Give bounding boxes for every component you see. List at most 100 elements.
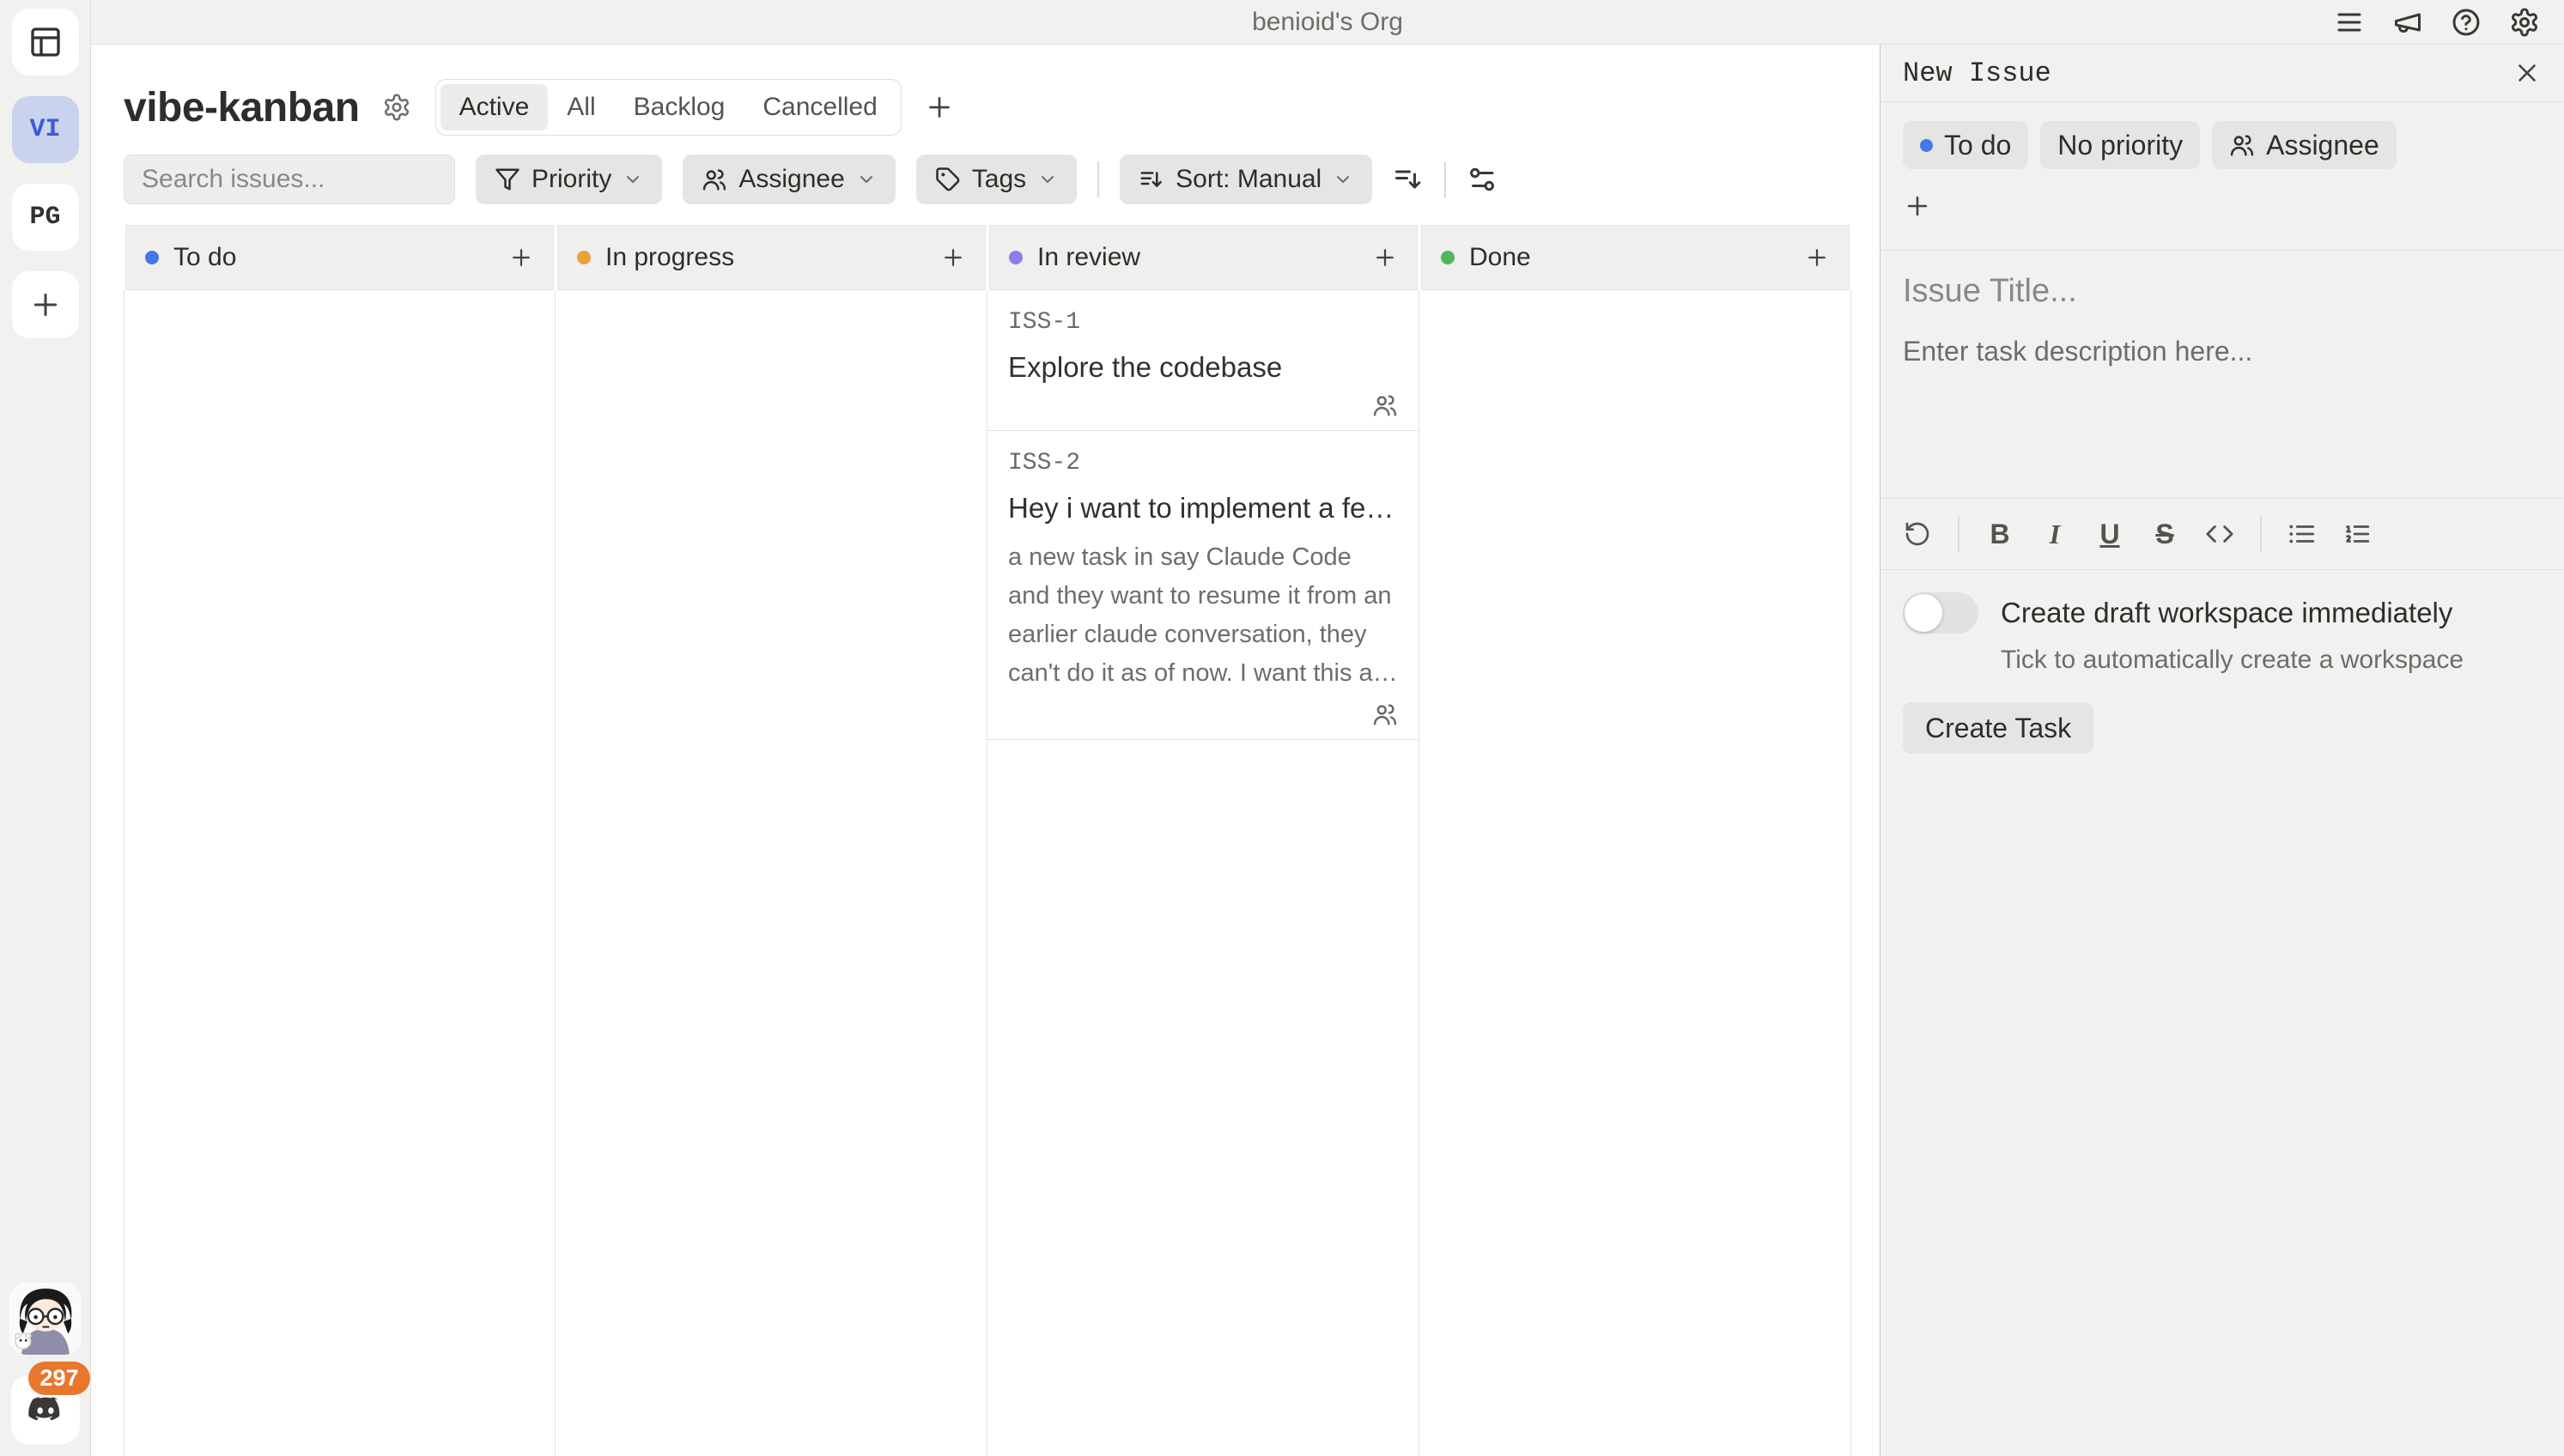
discord-icon — [26, 1390, 65, 1429]
search-input[interactable] — [124, 155, 455, 204]
code-icon[interactable] — [2205, 519, 2234, 549]
new-issue-panel: New Issue To do No priority — [1880, 45, 2564, 1456]
priority-badge[interactable]: No priority — [2040, 121, 2200, 169]
chevron-down-icon — [623, 169, 643, 190]
toggle-hint: Tick to automatically create a workspace — [1880, 634, 2564, 675]
assignee-users-icon[interactable] — [1372, 701, 1398, 727]
priority-badge-label: No priority — [2057, 130, 2183, 161]
megaphone-icon[interactable] — [2392, 7, 2423, 38]
bold-button[interactable]: B — [1985, 519, 2014, 550]
sort-descending-icon — [1139, 167, 1164, 192]
issue-title: Explore the codebase — [1008, 351, 1398, 384]
settings-gear-icon[interactable] — [2509, 7, 2540, 38]
plus-icon — [28, 288, 63, 322]
add-property-button[interactable] — [1880, 169, 2564, 251]
column-body-todo — [124, 290, 556, 1456]
panels-layout-button[interactable] — [12, 9, 79, 76]
filter-divider — [1097, 161, 1099, 197]
toggle-label: Create draft workspace immediately — [2001, 597, 2452, 629]
column-in-review: In review ISS-1 Explore the codebase — [987, 225, 1419, 1456]
create-task-button[interactable]: Create Task — [1903, 702, 2093, 754]
close-icon[interactable] — [2512, 58, 2542, 88]
tags-filter-button[interactable]: Tags — [916, 155, 1077, 204]
column-done: Done — [1419, 225, 1851, 1456]
column-body-in-review: ISS-1 Explore the codebase ISS-2 — [987, 290, 1419, 1456]
sort-order-icon-button[interactable] — [1393, 164, 1424, 195]
user-avatar[interactable] — [9, 1283, 82, 1355]
workspace-item-pg[interactable]: PG — [12, 184, 79, 251]
italic-button[interactable]: I — [2040, 519, 2069, 550]
add-card-button[interactable] — [1372, 245, 1398, 270]
left-rail: VI PG — [0, 0, 91, 1456]
filter-bar: Priority Assignee — [124, 155, 1880, 204]
underline-button[interactable]: U — [2095, 519, 2124, 550]
create-draft-workspace-toggle[interactable] — [1903, 592, 1978, 634]
issue-title: Hey i want to implement a feat... — [1008, 492, 1398, 525]
add-card-button[interactable] — [508, 245, 534, 270]
tags-filter-label: Tags — [972, 165, 1026, 194]
tab-all[interactable]: All — [548, 84, 614, 130]
assignee-filter-button[interactable]: Assignee — [683, 155, 895, 204]
display-settings-sliders-icon[interactable] — [1467, 164, 1498, 195]
sort-button[interactable]: Sort: Manual — [1120, 155, 1372, 204]
add-card-button[interactable] — [1804, 245, 1830, 270]
status-badge[interactable]: To do — [1903, 121, 2028, 169]
add-workspace-button[interactable] — [12, 271, 79, 338]
issue-card-iss-1[interactable]: ISS-1 Explore the codebase — [987, 290, 1419, 431]
issue-property-badges: To do No priority Assignee — [1880, 102, 2564, 169]
main-region: benioid's Org vibe-kanban — [91, 0, 2564, 1456]
strikethrough-button[interactable]: S — [2150, 519, 2179, 550]
ordered-list-icon[interactable] — [2342, 519, 2372, 549]
priority-filter-button[interactable]: Priority — [476, 155, 662, 204]
page-title: vibe-kanban — [124, 84, 360, 131]
menu-icon[interactable] — [2334, 7, 2365, 38]
funnel-icon — [495, 167, 520, 192]
editor-toolbar: B I U S — [1880, 498, 2564, 570]
board-area: vibe-kanban Active All Backlog Cancelled — [91, 45, 1880, 1456]
status-dot-in-review — [1009, 251, 1023, 264]
users-icon — [2229, 132, 2255, 158]
add-card-button[interactable] — [940, 245, 966, 270]
tab-active[interactable]: Active — [440, 84, 549, 130]
filter-divider — [1444, 161, 1446, 197]
toggle-knob — [1905, 594, 1942, 632]
issue-description: a new task in say Claude Code and they w… — [1008, 538, 1398, 693]
issue-title-input[interactable]: Issue Title... — [1880, 251, 2564, 310]
bullet-list-icon[interactable] — [2288, 519, 2317, 549]
app-window: VI PG — [0, 0, 2564, 1456]
column-body-done — [1419, 290, 1851, 1456]
column-header-todo: To do — [125, 225, 554, 290]
card-footer — [1008, 701, 1398, 727]
column-label: In progress — [605, 243, 734, 272]
add-view-button[interactable] — [924, 92, 955, 123]
panel-header: New Issue — [1880, 45, 2564, 102]
draft-workspace-toggle-row: Create draft workspace immediately — [1880, 570, 2564, 634]
status-dot-todo — [145, 251, 159, 264]
issue-description-input[interactable]: Enter task description here... — [1880, 310, 2564, 367]
column-label: To do — [173, 243, 236, 272]
tab-backlog[interactable]: Backlog — [615, 84, 744, 130]
issue-card-iss-2[interactable]: ISS-2 Hey i want to implement a feat... … — [987, 431, 1419, 740]
assignee-users-icon[interactable] — [1372, 392, 1398, 418]
status-dot-todo — [1920, 139, 1933, 152]
priority-filter-label: Priority — [532, 165, 611, 194]
page-header: vibe-kanban Active All Backlog Cancelled — [124, 79, 1880, 136]
tab-cancelled[interactable]: Cancelled — [744, 84, 896, 130]
assignee-filter-label: Assignee — [738, 165, 844, 194]
top-bar-actions — [2334, 0, 2540, 44]
project-settings-gear-icon[interactable] — [382, 93, 411, 122]
card-footer — [1008, 392, 1398, 418]
discord-button[interactable]: 297 — [11, 1375, 80, 1444]
column-todo: To do — [124, 225, 556, 1456]
workspace-item-vi[interactable]: VI — [12, 96, 79, 163]
undo-icon[interactable] — [1903, 520, 1932, 548]
users-icon — [702, 167, 727, 192]
help-icon[interactable] — [2451, 7, 2482, 38]
column-header-in-review: In review — [989, 225, 1418, 290]
top-bar: benioid's Org — [91, 0, 2564, 45]
tag-icon — [935, 167, 961, 192]
discord-notification-badge: 297 — [28, 1362, 89, 1395]
description-editor-area[interactable] — [1880, 367, 2564, 498]
assignee-badge[interactable]: Assignee — [2212, 121, 2397, 169]
chevron-down-icon — [856, 169, 877, 190]
